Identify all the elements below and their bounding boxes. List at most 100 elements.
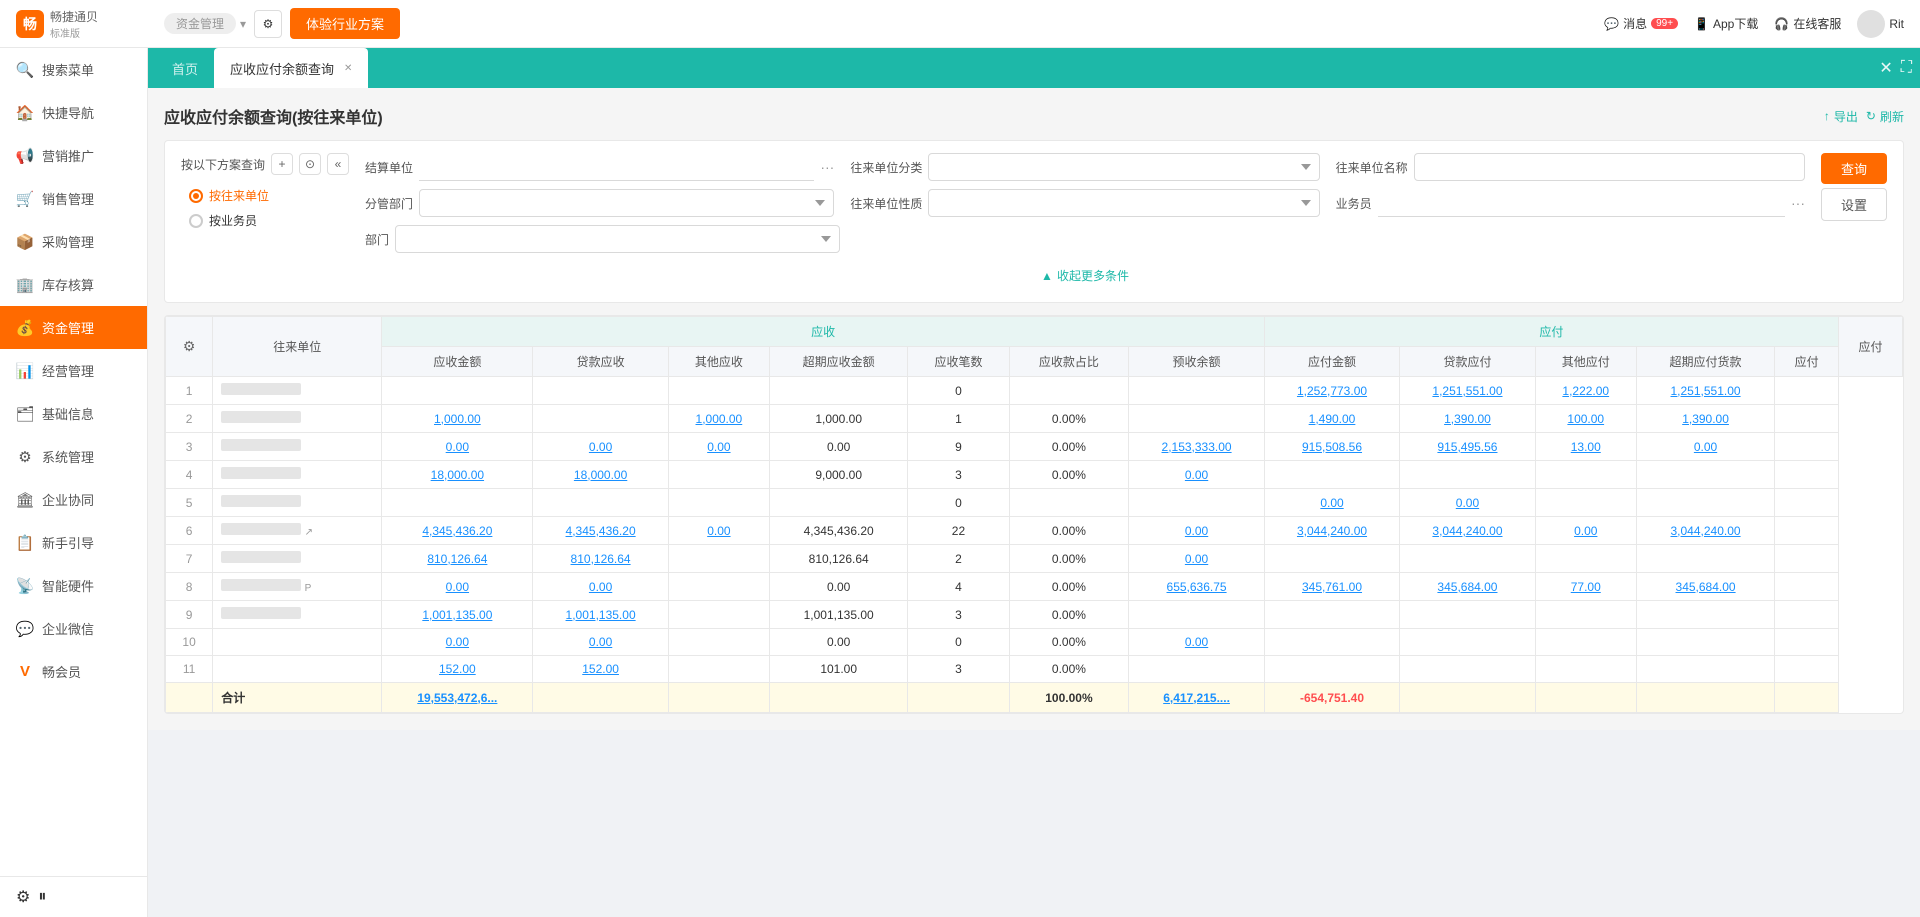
data-cell[interactable]: 345,684.00 — [1400, 573, 1535, 601]
data-cell[interactable]: 1,000.00 — [668, 405, 769, 433]
sidebar-item-basic-info[interactable]: 🗂 基础信息 — [0, 392, 147, 435]
user-profile[interactable]: Rit — [1857, 10, 1904, 38]
data-cell[interactable]: 655,636.75 — [1129, 573, 1264, 601]
total-ap-loan — [1400, 683, 1535, 713]
dept-incharge-select[interactable] — [419, 189, 834, 217]
data-cell[interactable]: 18,000.00 — [382, 461, 533, 489]
department-select[interactable] — [395, 225, 840, 253]
app-download-button[interactable]: 📱 App下载 — [1694, 15, 1758, 32]
settlement-unit-input[interactable] — [419, 153, 814, 181]
data-cell[interactable]: 0.00 — [382, 629, 533, 656]
refresh-button[interactable]: ↻ 刷新 — [1866, 108, 1904, 125]
data-cell[interactable]: 1,490.00 — [1264, 405, 1399, 433]
sidebar-item-smart-hw[interactable]: 📡 智能硬件 — [0, 564, 147, 607]
data-cell[interactable]: 0.00 — [668, 433, 769, 461]
data-cell[interactable]: 3,044,240.00 — [1636, 517, 1774, 545]
sidebar-item-purchase[interactable]: 📦 采购管理 — [0, 220, 147, 263]
solution-button[interactable]: 体验行业方案 — [290, 8, 400, 39]
data-cell[interactable]: 345,761.00 — [1264, 573, 1399, 601]
data-cell[interactable]: 3,044,240.00 — [1400, 517, 1535, 545]
data-cell[interactable]: 1,252,773.00 — [1264, 377, 1399, 405]
sidebar-item-guide[interactable]: 📋 新手引导 — [0, 521, 147, 564]
data-cell[interactable]: 915,508.56 — [1264, 433, 1399, 461]
partner-category-select[interactable] — [928, 153, 1319, 181]
data-cell[interactable]: 18,000.00 — [533, 461, 668, 489]
total-ar-amount[interactable]: 19,553,472,6... — [382, 683, 533, 713]
messages-button[interactable]: 💬 消息 99+ — [1604, 15, 1678, 32]
data-cell[interactable]: 4,345,436.20 — [382, 517, 533, 545]
salesperson-input[interactable] — [1378, 189, 1785, 217]
tab-home[interactable]: 首页 — [156, 48, 214, 88]
settlement-unit-dots[interactable]: ··· — [820, 159, 834, 175]
sidebar-item-operations[interactable]: 📊 经营管理 — [0, 349, 147, 392]
collapse-condition-button[interactable]: « — [327, 153, 349, 175]
data-cell[interactable]: 4,345,436.20 — [533, 517, 668, 545]
sidebar-item-system[interactable]: ⚙ 系统管理 — [0, 435, 147, 478]
sidebar-item-sales[interactable]: 🛒 销售管理 — [0, 177, 147, 220]
data-cell[interactable]: 77.00 — [1535, 573, 1636, 601]
data-cell[interactable]: 0.00 — [533, 433, 668, 461]
data-cell[interactable]: 1,222.00 — [1535, 377, 1636, 405]
tab-close-icon[interactable]: ✕ — [344, 63, 352, 74]
collapse-button[interactable]: ▲ 收起更多条件 — [1041, 261, 1129, 290]
data-cell[interactable]: 1,251,551.00 — [1636, 377, 1774, 405]
sidebar-item-finance[interactable]: 💰 资金管理 — [0, 306, 147, 349]
data-cell[interactable]: 0.00 — [1400, 489, 1535, 517]
col-settings-icon[interactable]: ⚙ — [166, 317, 213, 377]
data-cell[interactable]: 345,684.00 — [1636, 573, 1774, 601]
option-by-unit[interactable]: 按往来单位 — [181, 183, 349, 208]
online-service-button[interactable]: 🎧 在线客服 — [1774, 15, 1841, 32]
data-cell[interactable]: 152.00 — [533, 656, 668, 683]
data-cell[interactable]: 1,251,551.00 — [1400, 377, 1535, 405]
option-by-staff[interactable]: 按业务员 — [181, 208, 349, 233]
sidebar-item-inventory[interactable]: 🏢 库存核算 — [0, 263, 147, 306]
data-cell[interactable]: 152.00 — [382, 656, 533, 683]
tab-expand-icon[interactable]: ⛶ — [1901, 59, 1912, 77]
data-cell[interactable]: 0.00 — [1129, 545, 1264, 573]
data-cell[interactable]: 0.00 — [1129, 517, 1264, 545]
partner-nature-select[interactable] — [928, 189, 1319, 217]
tab-close-window-icon[interactable]: ✕ — [1879, 58, 1892, 78]
sidebar-item-quick-nav[interactable]: 🏠 快捷导航 — [0, 91, 147, 134]
sidebar-item-member[interactable]: V 畅会员 — [0, 650, 147, 693]
data-cell[interactable]: 810,126.64 — [533, 545, 668, 573]
data-cell[interactable]: 0.00 — [533, 573, 668, 601]
data-cell[interactable]: 13.00 — [1535, 433, 1636, 461]
data-cell[interactable]: 0.00 — [533, 629, 668, 656]
sidebar-item-search-menu[interactable]: 🔍 搜索菜单 — [0, 48, 147, 91]
data-cell[interactable]: 915,495.56 — [1400, 433, 1535, 461]
gear-button[interactable]: ⚙ — [254, 10, 282, 38]
sidebar-item-wechat[interactable]: 💬 企业微信 — [0, 607, 147, 650]
data-cell[interactable]: 1,001,135.00 — [533, 601, 668, 629]
data-cell[interactable]: 0.00 — [668, 517, 769, 545]
edit-condition-button[interactable]: ⊙ — [299, 153, 321, 175]
salesperson-dots[interactable]: ··· — [1791, 195, 1805, 211]
setting-button[interactable]: 设置 — [1821, 188, 1887, 221]
data-cell[interactable]: 1,001,135.00 — [382, 601, 533, 629]
export-button[interactable]: ↑ 导出 — [1824, 108, 1858, 125]
col-ar-loan: 贷款应收 — [533, 347, 668, 377]
total-ar-prepay[interactable]: 6,417,215.... — [1129, 683, 1264, 713]
data-cell[interactable]: 0.00 — [1264, 489, 1399, 517]
data-cell[interactable]: 2,153,333.00 — [1129, 433, 1264, 461]
data-cell[interactable]: 100.00 — [1535, 405, 1636, 433]
data-cell[interactable]: 0.00 — [1129, 461, 1264, 489]
data-cell[interactable]: 0.00 — [382, 573, 533, 601]
data-cell[interactable]: 0.00 — [1129, 629, 1264, 656]
add-condition-button[interactable]: + — [271, 153, 293, 175]
data-cell[interactable]: 3,044,240.00 — [1264, 517, 1399, 545]
sidebar-item-enterprise[interactable]: 🏛 企业协同 — [0, 478, 147, 521]
sidebar-item-marketing[interactable]: 📢 营销推广 — [0, 134, 147, 177]
partner-name-input[interactable] — [1414, 153, 1805, 181]
data-cell[interactable]: 1,390.00 — [1636, 405, 1774, 433]
data-cell[interactable]: 1,000.00 — [382, 405, 533, 433]
data-cell[interactable]: 0.00 — [1535, 517, 1636, 545]
data-cell[interactable]: 0.00 — [382, 433, 533, 461]
data-cell[interactable]: 0.00 — [1636, 433, 1774, 461]
settings-bottom-icon[interactable]: ⚙ — [16, 887, 30, 907]
data-cell[interactable]: 810,126.64 — [382, 545, 533, 573]
data-cell[interactable]: 1,390.00 — [1400, 405, 1535, 433]
collapse-sidebar-icon[interactable]: ⏸ — [38, 888, 46, 906]
query-button[interactable]: 查询 — [1821, 153, 1887, 184]
tab-query[interactable]: 应收应付余额查询 ✕ — [214, 48, 368, 88]
